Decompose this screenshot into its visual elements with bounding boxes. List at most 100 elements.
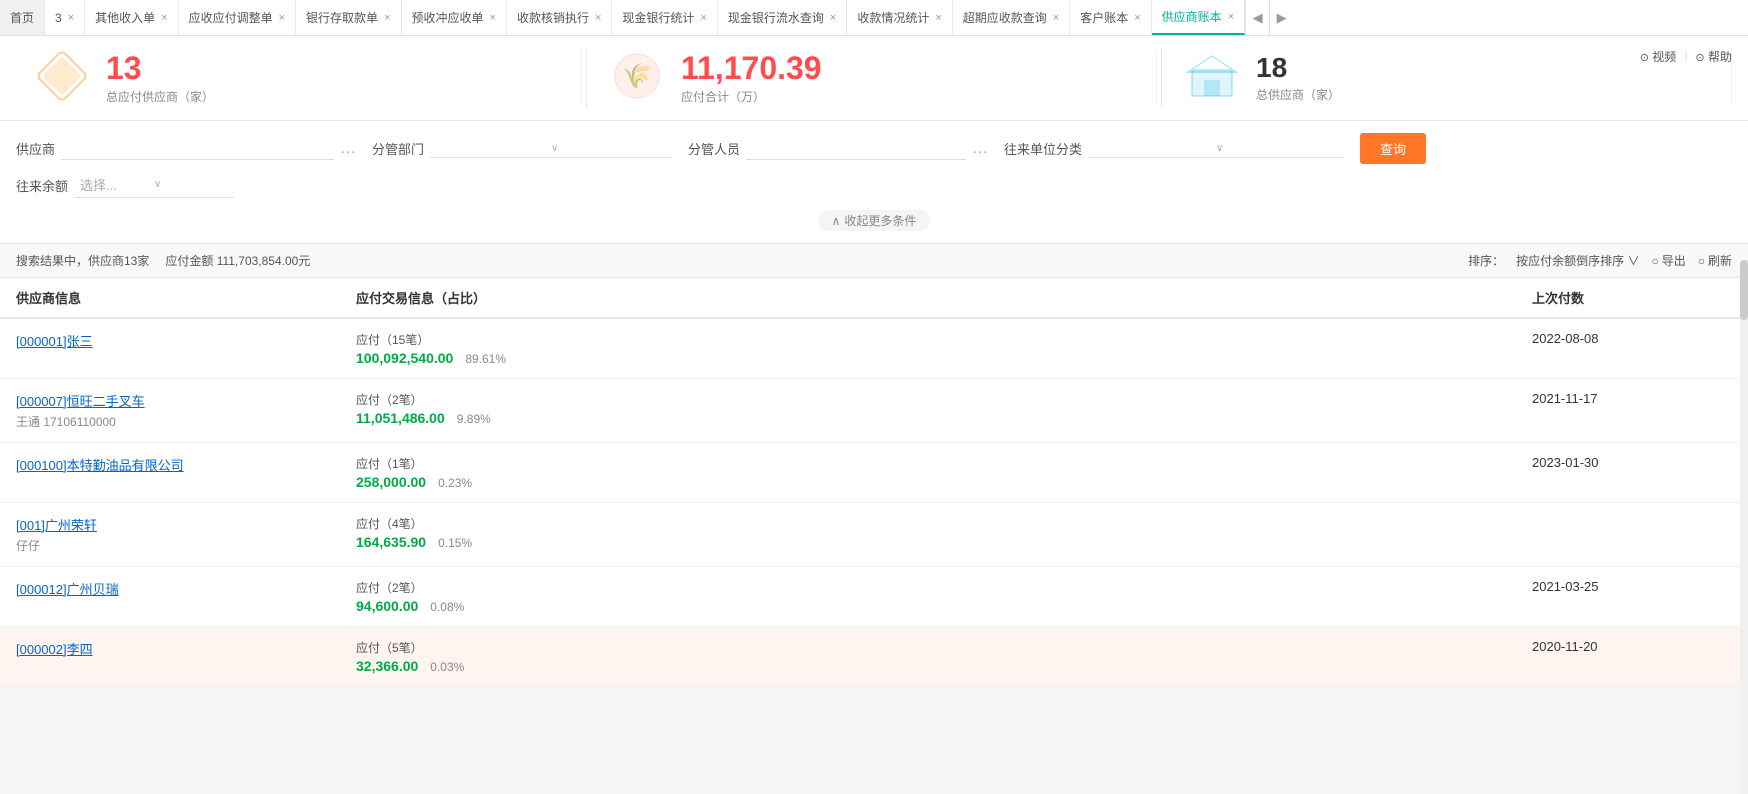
card-icon-diamond (36, 50, 92, 106)
row6-supplier-link[interactable]: [000002]李四 (16, 639, 356, 658)
person-dots[interactable]: … (972, 140, 988, 158)
nav-tab-ar-ap-adjust[interactable]: 应收应付调整单 × (179, 0, 296, 35)
scrollbar-track[interactable] (1740, 260, 1748, 794)
dept-select[interactable]: ∨ (430, 140, 672, 158)
nav-tab-supplier-book[interactable]: 供应商账本 × (1152, 0, 1245, 35)
row1-trans-amount[interactable]: 100,092,540.00 (356, 350, 453, 366)
row1-supplier-link[interactable]: [000001]张三 (16, 331, 356, 350)
card3-number: 18 (1256, 53, 1340, 84)
nav-tab-cash-bank-stat[interactable]: 现金银行统计 × (612, 0, 717, 35)
results-bar: 搜索结果中，供应商13家 应付金额 111,703,854.00元 排序： 按应… (0, 244, 1748, 278)
chevron-up-icon: ∧ (832, 214, 841, 228)
nav-right-arrow[interactable]: ▶ (1269, 0, 1293, 35)
row3-trans-amount[interactable]: 258,000.00 (356, 474, 426, 490)
row5-supplier-link[interactable]: [000012]广州贝瑞 (16, 579, 356, 598)
top-right-links: ⊙ 视频 | ⊙ 帮助 (1640, 48, 1732, 65)
supplier-dots[interactable]: … (340, 140, 356, 158)
person-input[interactable] (746, 138, 966, 160)
close-tab-cash-flow-query[interactable]: × (830, 12, 836, 24)
export-button[interactable]: ○ 导出 (1651, 252, 1685, 269)
search-button[interactable]: 查询 (1360, 133, 1426, 164)
row6-trans-amount[interactable]: 32,366.00 (356, 658, 418, 674)
close-tab-customer-book[interactable]: × (1134, 12, 1140, 24)
refresh-button[interactable]: ○ 刷新 (1698, 252, 1732, 269)
close-tab-prepay-offset[interactable]: × (490, 12, 496, 24)
row4-trans-amount[interactable]: 164,635.90 (356, 534, 426, 550)
results-amount: 应付金额 111,703,854.00元 (165, 252, 310, 269)
row1-lastpay: 2022-08-08 (1532, 331, 1732, 346)
collapse-row: ∧ 收起更多条件 (16, 206, 1732, 235)
close-tab-supplier-book[interactable]: × (1228, 11, 1234, 23)
nav-tab-cash-flow-query[interactable]: 现金银行流水查询 × (718, 0, 847, 35)
supplier-input[interactable] (61, 138, 334, 160)
balance-select[interactable]: 选择... ∨ (74, 172, 234, 198)
row5-trans-percent: 0.08% (430, 600, 464, 614)
table-row: [000002]李四 应付（5笔） 32,366.00 0.03% 2020-1… (0, 627, 1748, 687)
collapse-button[interactable]: ∧ 收起更多条件 (818, 210, 931, 231)
category-select[interactable]: ∨ (1088, 140, 1344, 158)
table-row: [001]广州荣轩 仔仔 应付（4笔） 164,635.90 0.15% (0, 503, 1748, 567)
close-tab-overdue-ar[interactable]: × (1053, 12, 1059, 24)
table-row: [000100]本特勤油品有限公司 应付（1笔） 258,000.00 0.23… (0, 443, 1748, 503)
table-header: 供应商信息 应付交易信息（占比） 上次付数 (0, 278, 1748, 319)
row2-supplier-sub: 王通 17106110000 (16, 413, 356, 430)
row3-supplier-link[interactable]: [000100]本特勤油品有限公司 (16, 455, 356, 474)
close-tab-receipt-stat[interactable]: × (935, 12, 941, 24)
nav-tab-other-income[interactable]: 其他收入单 × (85, 0, 178, 35)
row5-transaction-col: 应付（2笔） 94,600.00 0.08% (356, 579, 1532, 614)
close-tab-bank-deposit[interactable]: × (384, 12, 390, 24)
nav-tab-home[interactable]: 首页 (0, 0, 45, 35)
balance-arrow: ∨ (154, 179, 228, 190)
filter-supplier: 供应商 … (16, 138, 356, 160)
row4-trans-label: 应付（4笔） (356, 515, 1532, 532)
top-navigation: 首页 3 × 其他收入单 × 应收应付调整单 × 银行存取款单 × 预收冲应收单… (0, 0, 1748, 36)
card3-label: 总供应商（家） (1256, 86, 1340, 103)
summary-card-suppliers-payable: 13 总应付供应商（家） (16, 50, 582, 106)
nav-tab-receipt-verify[interactable]: 收款核销执行 × (507, 0, 612, 35)
close-tab-3[interactable]: × (68, 12, 74, 24)
close-tab-cash-bank-stat[interactable]: × (700, 12, 706, 24)
row2-trans-label: 应付（2笔） (356, 391, 1532, 408)
row5-trans-amount[interactable]: 94,600.00 (356, 598, 418, 614)
filter-row-2: 往来余额 选择... ∨ (16, 172, 1732, 198)
row2-trans-amount[interactable]: 11,051,486.00 (356, 410, 445, 426)
row4-supplier-sub: 仔仔 (16, 537, 356, 554)
close-tab-ar-ap-adjust[interactable]: × (279, 12, 285, 24)
person-label: 分管人员 (688, 139, 740, 158)
svg-text:🌾: 🌾 (622, 63, 652, 90)
row1-trans-percent: 89.61% (465, 352, 506, 366)
category-arrow: ∨ (1216, 143, 1338, 154)
nav-tab-3[interactable]: 3 × (45, 0, 85, 35)
category-label: 往来单位分类 (1004, 139, 1082, 158)
nav-tab-overdue-ar[interactable]: 超期应收款查询 × (953, 0, 1070, 35)
close-tab-receipt-verify[interactable]: × (595, 12, 601, 24)
help-link[interactable]: ⊙ 帮助 (1695, 48, 1732, 65)
row3-lastpay: 2023-01-30 (1532, 455, 1732, 470)
nav-left-arrow[interactable]: ◀ (1245, 0, 1269, 35)
nav-tab-bank-deposit[interactable]: 银行存取款单 × (296, 0, 401, 35)
row4-supplier-link[interactable]: [001]广州荣轩 (16, 515, 356, 534)
results-summary: 搜索结果中，供应商13家 应付金额 111,703,854.00元 (16, 252, 310, 269)
sort-button[interactable]: 按应付余额倒序排序 ∨ (1516, 252, 1639, 269)
row2-lastpay: 2021-11-17 (1532, 391, 1732, 406)
dept-label: 分管部门 (372, 139, 424, 158)
summary-card-payable-total: 🌾 11,170.39 应付合计（万） (591, 50, 1157, 106)
row3-trans-label: 应付（1笔） (356, 455, 1532, 472)
nav-tab-prepay-offset[interactable]: 预收冲应收单 × (402, 0, 507, 35)
scrollbar-thumb[interactable] (1740, 260, 1748, 320)
row3-transaction-col: 应付（1笔） 258,000.00 0.23% (356, 455, 1532, 490)
filter-row-1: 供应商 … 分管部门 ∨ 分管人员 … 往来单位分类 ∨ 查询 (16, 133, 1732, 164)
video-link[interactable]: ⊙ 视频 (1640, 48, 1677, 65)
nav-tab-receipt-stat[interactable]: 收款情况统计 × (847, 0, 952, 35)
nav-tab-customer-book[interactable]: 客户账本 × (1070, 0, 1151, 35)
row3-trans-percent: 0.23% (438, 476, 472, 490)
close-tab-other-income[interactable]: × (161, 12, 167, 24)
help-icon: ⊙ (1695, 52, 1704, 64)
row2-supplier-col: [000007]恒旺二手叉车 王通 17106110000 (16, 391, 356, 430)
row5-supplier-col: [000012]广州贝瑞 (16, 579, 356, 598)
supplier-table: 供应商信息 应付交易信息（占比） 上次付数 [000001]张三 应付（15笔）… (0, 278, 1748, 687)
card2-number: 11,170.39 (681, 51, 822, 86)
row2-supplier-link[interactable]: [000007]恒旺二手叉车 (16, 391, 356, 410)
results-supplier-count: 搜索结果中，供应商13家 (16, 252, 149, 269)
card-icon-shop (1186, 50, 1242, 106)
